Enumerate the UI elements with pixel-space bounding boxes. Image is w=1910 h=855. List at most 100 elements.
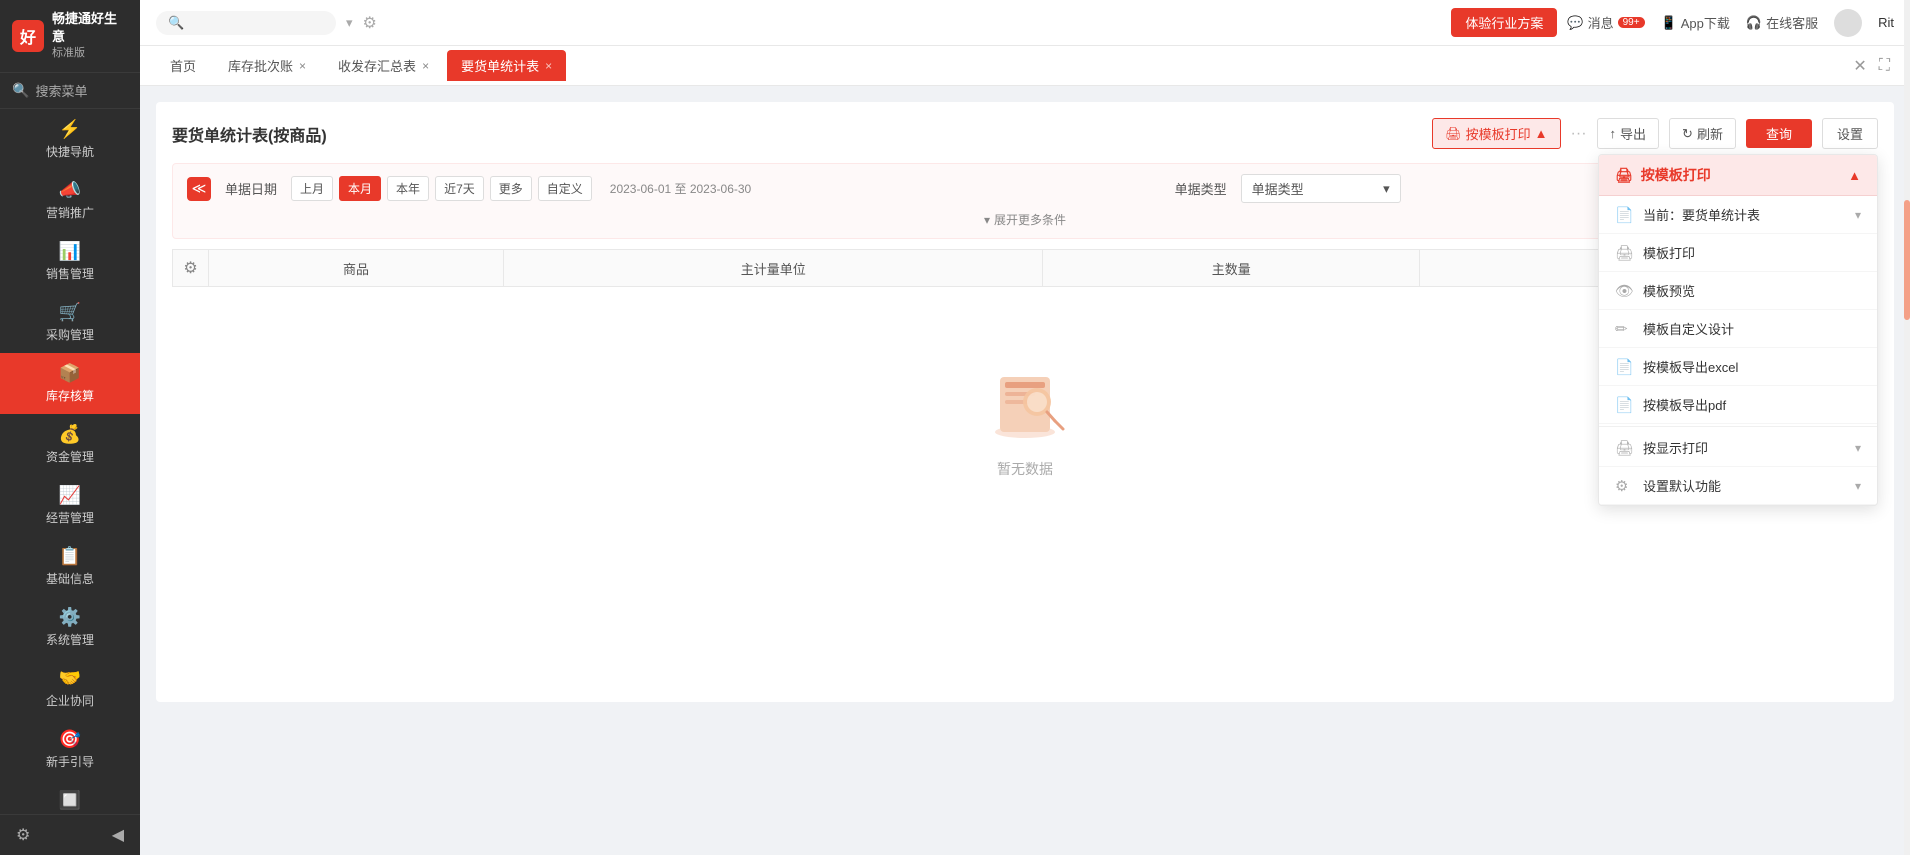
template-print-dropdown: 🖨 按模板打印 ▲ 📄 当前：要货单统计表 ▾ 🖨 模板打印: [1598, 154, 1878, 506]
tab-order-stats-close[interactable]: ×: [545, 59, 552, 73]
dropdown-collapse-arrow[interactable]: ▲: [1848, 168, 1861, 183]
tab-inventory-batch-close[interactable]: ×: [299, 59, 306, 73]
date-btn-custom[interactable]: 自定义: [538, 176, 592, 201]
trial-button[interactable]: 体验行业方案: [1451, 8, 1557, 37]
col-product: 商品: [209, 250, 504, 287]
user-avatar[interactable]: [1834, 9, 1862, 37]
tab-home[interactable]: 首页: [156, 50, 210, 81]
refresh-button[interactable]: ↻ 刷新: [1669, 118, 1736, 149]
dropdown-item-default-func[interactable]: ⚙ 设置默认功能 ▾: [1599, 467, 1877, 505]
filter-toggle-button[interactable]: ≪: [187, 177, 211, 201]
dropdown-item-template-custom[interactable]: ✏ 模板自定义设计: [1599, 310, 1877, 348]
search-icon: 🔍: [12, 82, 29, 99]
expand-label: 展开更多条件: [994, 211, 1066, 228]
dropdown-default-func-arrow: ▾: [1855, 479, 1861, 493]
settings-footer-icon[interactable]: ⚙: [16, 825, 30, 845]
settings-button[interactable]: 设置: [1822, 118, 1878, 149]
topbar-dropdown-icon[interactable]: ▾: [346, 15, 353, 31]
online-service-button[interactable]: 🎧 在线客服: [1746, 13, 1818, 32]
date-btn-more[interactable]: 更多: [490, 176, 532, 201]
online-service-icon: 🎧: [1746, 15, 1762, 31]
tab-inventory-batch[interactable]: 库存批次账 ×: [214, 50, 320, 81]
app-download-icon: 📱: [1661, 15, 1677, 31]
empty-text: 暂无数据: [997, 459, 1053, 479]
tab-receivable-summary[interactable]: 收发存汇总表 ×: [324, 50, 443, 81]
page-content: 要货单统计表(按商品) 🖨 按模板打印 ▲ ··· ↑ 导出 ↻ 刷新: [140, 86, 1910, 855]
dropdown-item-template-excel[interactable]: 📄 按模板导出excel: [1599, 348, 1877, 386]
type-filter-placeholder: 单据类型: [1252, 179, 1304, 198]
dropdown-printer-icon: 🖨: [1615, 167, 1633, 184]
dropdown-item-template-pdf[interactable]: 📄 按模板导出pdf: [1599, 386, 1877, 424]
sidebar-footer: ⚙ ◀: [0, 814, 140, 855]
maximize-button[interactable]: ⛶: [1875, 55, 1894, 77]
close-all-tabs-button[interactable]: ✕: [1849, 54, 1870, 78]
topbar-search[interactable]: 🔍: [156, 11, 336, 35]
message-icon: 💬: [1567, 15, 1583, 31]
dropdown-template-custom-label: 模板自定义设计: [1643, 319, 1861, 338]
dropdown-header: 🖨 按模板打印 ▲: [1599, 155, 1877, 196]
sidebar-search[interactable]: 🔍 搜索菜单: [0, 73, 140, 109]
page-title: 要货单统计表(按商品): [172, 122, 327, 146]
sidebar-search-label: 搜索菜单: [35, 81, 87, 100]
sidebar-item-finance[interactable]: 💰 资金管理: [0, 414, 140, 475]
sidebar-logo: 好 畅捷通好生意 标准版: [0, 0, 140, 73]
dropdown-item-template-print[interactable]: 🖨 模板打印: [1599, 234, 1877, 272]
topbar-search-icon: 🔍: [168, 15, 184, 31]
printer-icon: 🖨: [1445, 126, 1462, 142]
refresh-icon: ↻: [1682, 126, 1693, 142]
topbar-gear-icon[interactable]: ⚙: [363, 13, 377, 33]
collapse-footer-icon[interactable]: ◀: [112, 825, 124, 845]
sidebar-item-apps[interactable]: 🔲 应用中心: [0, 780, 140, 814]
tab-order-stats-label: 要货单统计表: [461, 56, 539, 75]
sidebar-item-label: 快捷导航: [46, 143, 94, 160]
dropdown-item-current[interactable]: 📄 当前：要货单统计表 ▾: [1599, 196, 1877, 234]
sidebar-item-guide[interactable]: 🎯 新手引导: [0, 719, 140, 780]
dropdown-display-print-label: 按显示打印: [1643, 438, 1845, 457]
expand-icon: ▾: [984, 213, 990, 227]
app-download-button[interactable]: 📱 App下载: [1661, 13, 1730, 32]
tab-receivable-summary-label: 收发存汇总表: [338, 56, 416, 75]
sidebar-item-inventory[interactable]: 📦 库存核算: [0, 353, 140, 414]
sidebar-item-sales[interactable]: 📊 销售管理: [0, 231, 140, 292]
dropdown-template-excel-icon: 📄: [1615, 358, 1633, 376]
dropdown-divider: [1599, 426, 1877, 427]
date-btn-this-month[interactable]: 本月: [339, 176, 381, 201]
sidebar-nav: ⚡ 快捷导航 📣 营销推广 📊 销售管理 🛒 采购管理 📦 库存核算 💰 资金管…: [0, 109, 140, 814]
date-btn-7days[interactable]: 近7天: [435, 176, 484, 201]
right-scrollbar[interactable]: [1904, 0, 1910, 855]
type-filter-select[interactable]: 单据类型 ▾: [1241, 174, 1401, 203]
page-header: 要货单统计表(按商品) 🖨 按模板打印 ▲ ··· ↑ 导出 ↻ 刷新: [172, 118, 1878, 149]
date-range-display: 2023-06-01 至 2023-06-30: [610, 180, 751, 197]
sidebar-item-purchase[interactable]: 🛒 采购管理: [0, 292, 140, 353]
query-button[interactable]: 查询: [1746, 119, 1812, 148]
sidebar-item-marketing[interactable]: 📣 营销推广: [0, 170, 140, 231]
sidebar-item-operations[interactable]: 📈 经营管理: [0, 475, 140, 536]
tab-receivable-summary-close[interactable]: ×: [422, 59, 429, 73]
sidebar-item-cooperation[interactable]: 🤝 企业协同: [0, 658, 140, 719]
cooperation-icon: 🤝: [59, 668, 81, 689]
app-download-label: App下载: [1681, 13, 1730, 32]
template-print-button[interactable]: 🖨 按模板打印 ▲: [1432, 118, 1560, 149]
date-btn-last-month[interactable]: 上月: [291, 176, 333, 201]
message-badge: 99+: [1618, 17, 1645, 28]
dropdown-current-label: 当前：要货单统计表: [1643, 205, 1845, 224]
dropdown-item-template-preview[interactable]: 👁 模板预览: [1599, 272, 1877, 310]
sidebar-item-basics[interactable]: 📋 基础信息: [0, 536, 140, 597]
dropdown-default-func-label: 设置默认功能: [1643, 476, 1845, 495]
right-scrollbar-thumb[interactable]: [1904, 200, 1910, 320]
export-button[interactable]: ↑ 导出: [1597, 118, 1660, 149]
dropdown-display-print-icon: 🖨: [1615, 439, 1633, 457]
tab-order-stats[interactable]: 要货单统计表 ×: [447, 50, 566, 81]
sidebar-item-quick-nav[interactable]: ⚡ 快捷导航: [0, 109, 140, 170]
message-button[interactable]: 💬 消息 99+: [1567, 13, 1644, 32]
dropdown-item-display-print[interactable]: 🖨 按显示打印 ▾: [1599, 429, 1877, 467]
more-options-icon[interactable]: ···: [1571, 125, 1587, 143]
table-column-settings-icon[interactable]: ⚙: [183, 260, 197, 277]
basics-icon: 📋: [59, 546, 81, 567]
date-btn-this-year[interactable]: 本年: [387, 176, 429, 201]
sidebar-item-system[interactable]: ⚙️ 系统管理: [0, 597, 140, 658]
message-label: 消息: [1588, 13, 1614, 32]
app-logo-icon: 好: [12, 20, 44, 52]
app-edition: 标准版: [52, 46, 128, 61]
tabbar: 首页 库存批次账 × 收发存汇总表 × 要货单统计表 × ✕ ⛶: [140, 46, 1910, 86]
